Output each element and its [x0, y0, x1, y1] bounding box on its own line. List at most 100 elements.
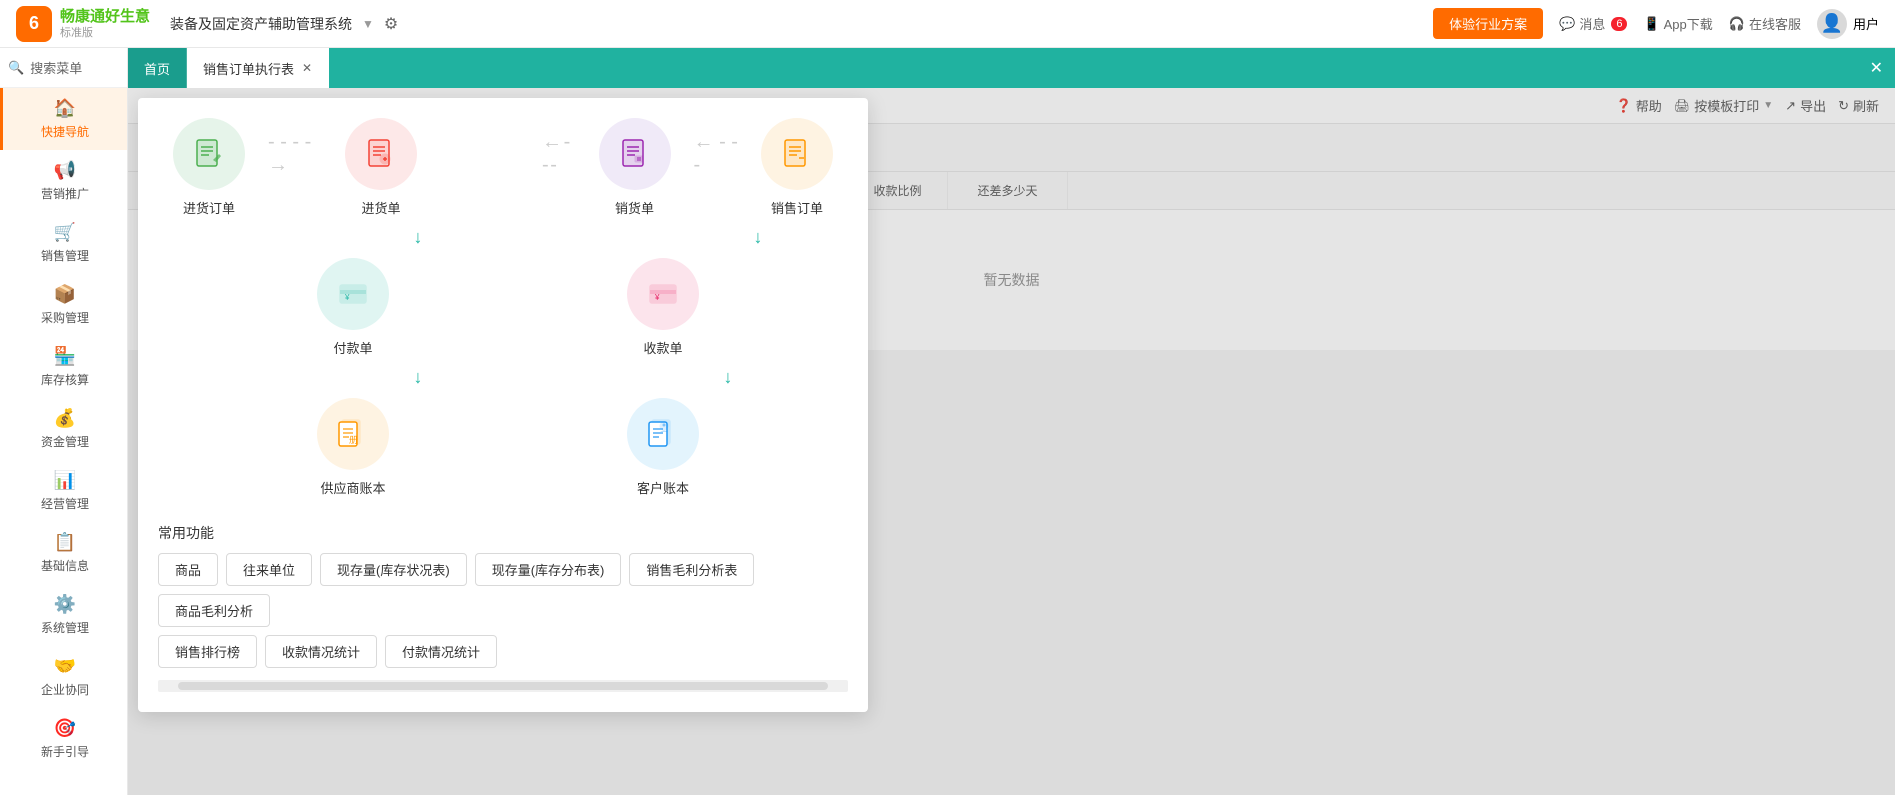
settings-icon: ⚙️	[54, 594, 76, 615]
payment-label: 付款单	[333, 338, 372, 357]
sidebar-item-system[interactable]: ⚙️ 系统管理	[0, 584, 127, 646]
sidebar-item-purchase[interactable]: 📦 采购管理	[0, 274, 127, 336]
func-btn-product-gross[interactable]: 商品毛利分析	[158, 594, 270, 627]
func-btn-partner[interactable]: 往来单位	[226, 553, 312, 586]
common-functions-title: 常用功能	[158, 523, 848, 543]
app-download-button[interactable]: 📱 App下载	[1643, 14, 1712, 33]
message-icon: 💬	[1559, 16, 1575, 32]
tab-bar-close-button[interactable]: ✕	[1858, 48, 1895, 88]
sidebar-item-basic[interactable]: 📋 基础信息	[0, 522, 127, 584]
message-button[interactable]: 💬 消息 6	[1559, 14, 1627, 33]
workflow-arrow-row: ↓ ↓	[158, 227, 848, 248]
sales-order-circle[interactable]	[761, 118, 833, 190]
supplier-ledger-circle[interactable]: 册	[317, 398, 389, 470]
gear-settings-icon[interactable]: ⚙	[384, 14, 398, 34]
workflow-node-purchase-bill[interactable]: 进货单	[330, 118, 432, 217]
sidebar: 🔍 搜索菜单 🏠 快捷导航 📢 营销推广 🛒 销售管理 📦 采购管理 🏪	[0, 48, 128, 795]
receipt-label: 收款单	[643, 338, 682, 357]
workflow-node-payment[interactable]: ¥ 付款单	[288, 258, 418, 357]
sidebar-item-inventory[interactable]: 🏪 库存核算	[0, 336, 127, 398]
workflow-arrow-row-2: ↓ ↓	[158, 367, 848, 388]
workflow-node-sales-bill[interactable]: 销货单	[584, 118, 686, 217]
service-icon: 🎧	[1729, 16, 1745, 32]
content-area: 首页 销售订单执行表 ✕ ✕ ❓ 帮助 🖨	[128, 48, 1895, 795]
home-icon: 🏠	[54, 98, 76, 119]
workflow-row-1: 进货订单 - - - - →	[158, 118, 848, 217]
experience-button[interactable]: 体验行业方案	[1433, 8, 1543, 39]
sidebar-item-finance[interactable]: 💰 资金管理	[0, 398, 127, 460]
sales-bill-label: 销货单	[615, 198, 654, 217]
tab-home[interactable]: 首页	[128, 48, 187, 88]
dropdown-arrow-icon[interactable]: ▼	[362, 17, 374, 31]
func-btn-payment-stat[interactable]: 付款情况统计	[385, 635, 497, 668]
download-icon: 📱	[1643, 16, 1659, 32]
avatar: 👤	[1817, 9, 1847, 39]
tab-bar: 首页 销售订单执行表 ✕ ✕	[128, 48, 1895, 88]
box-icon: 📦	[54, 284, 76, 305]
logo-area: 6 畅康通好生意 标准版	[16, 6, 150, 42]
payment-circle[interactable]: ¥	[317, 258, 389, 330]
func-buttons-row-2: 销售排行榜 收款情况统计 付款情况统计	[158, 635, 848, 668]
func-btn-product[interactable]: 商品	[158, 553, 218, 586]
customer-ledger-circle[interactable]	[627, 398, 699, 470]
sidebar-item-marketing[interactable]: 📢 营销推广	[0, 150, 127, 212]
store-icon: 🏪	[54, 346, 76, 367]
chart-icon: 📊	[54, 470, 76, 491]
sidebar-item-newbie[interactable]: 🎯 新手引导	[0, 708, 127, 770]
user-menu[interactable]: 👤 用户	[1817, 9, 1879, 39]
purchase-bill-circle[interactable]	[345, 118, 417, 190]
logo-text: 畅康通好生意 标准版	[60, 7, 150, 41]
purchase-order-label: 进货订单	[183, 198, 235, 217]
svg-text:¥: ¥	[344, 293, 350, 302]
purchase-bill-label: 进货单	[362, 198, 401, 217]
arrow-h-2: ← - - -	[694, 131, 738, 177]
modal-scrollbar[interactable]	[158, 680, 848, 692]
workflow-node-sales-order[interactable]: 销售订单	[746, 118, 848, 217]
func-btn-sales-gross[interactable]: 销售毛利分析表	[629, 553, 754, 586]
system-name: 装备及固定资产辅助管理系统	[170, 14, 352, 34]
money-icon: 💰	[54, 408, 76, 429]
func-btn-stock-dist[interactable]: 现存量(库存分布表)	[475, 553, 622, 586]
down-arrow-sales: ↓	[754, 227, 763, 248]
tab-close-icon[interactable]: ✕	[302, 61, 312, 75]
sales-order-label: 销售订单	[771, 198, 823, 217]
sidebar-item-operations[interactable]: 📊 经营管理	[0, 460, 127, 522]
tab-sales-exec[interactable]: 销售订单执行表 ✕	[187, 48, 329, 88]
down-arrow-receipt: ↓	[724, 367, 733, 388]
sidebar-item-quick-nav[interactable]: 🏠 快捷导航	[0, 88, 127, 150]
workflow-row-3: 册 供应商账本	[158, 398, 848, 497]
svg-text:¥: ¥	[654, 293, 660, 302]
func-btn-collection-stat[interactable]: 收款情况统计	[265, 635, 377, 668]
workflow-modal: 进货订单 - - - - →	[138, 98, 868, 712]
modal-scrollbar-track	[178, 682, 828, 690]
workflow-diagram: 进货订单 - - - - →	[158, 118, 848, 507]
purchase-order-circle[interactable]	[173, 118, 245, 190]
arrow-h-1: - - - - →	[268, 131, 322, 177]
func-btn-stock-status[interactable]: 现存量(库存状况表)	[320, 553, 467, 586]
receipt-circle[interactable]: ¥	[627, 258, 699, 330]
sales-bill-circle[interactable]	[599, 118, 671, 190]
page-content: ❓ 帮助 🖨 按模板打印 ▼ ↗ 导出 ↻ 刷新	[128, 88, 1895, 795]
func-buttons-row-1: 商品 往来单位 现存量(库存状况表) 现存量(库存分布表) 销售毛利分析表 商品…	[158, 553, 848, 627]
customer-ledger-label: 客户账本	[637, 478, 689, 497]
sidebar-item-sales[interactable]: 🛒 销售管理	[0, 212, 127, 274]
down-arrow-purchase: ↓	[414, 227, 423, 248]
workflow-node-purchase-order[interactable]: 进货订单	[158, 118, 260, 217]
common-functions: 常用功能 商品 往来单位 现存量(库存状况表) 现存量(库存分布表) 销售毛利分…	[158, 523, 848, 668]
supplier-ledger-label: 供应商账本	[320, 478, 385, 497]
cart-icon: 🛒	[54, 222, 76, 243]
workflow-node-customer-ledger[interactable]: 客户账本	[598, 398, 728, 497]
func-btn-sales-rank[interactable]: 销售排行榜	[158, 635, 257, 668]
search-menu-button[interactable]: 🔍 搜索菜单	[0, 48, 127, 88]
down-arrow-payment: ↓	[414, 367, 423, 388]
clipboard-icon: 📋	[54, 532, 76, 553]
workflow-node-supplier-ledger[interactable]: 册 供应商账本	[288, 398, 418, 497]
workflow-node-receipt[interactable]: ¥ 收款单	[598, 258, 728, 357]
arrow-dashed-1: ← - - -	[542, 131, 575, 177]
online-service-button[interactable]: 🎧 在线客服	[1729, 14, 1801, 33]
search-icon: 🔍	[8, 60, 24, 76]
sidebar-item-collab[interactable]: 🤝 企业协同	[0, 646, 127, 708]
logo-icon: 6	[16, 6, 52, 42]
svg-text:册: 册	[349, 435, 358, 445]
megaphone-icon: 📢	[54, 160, 76, 181]
